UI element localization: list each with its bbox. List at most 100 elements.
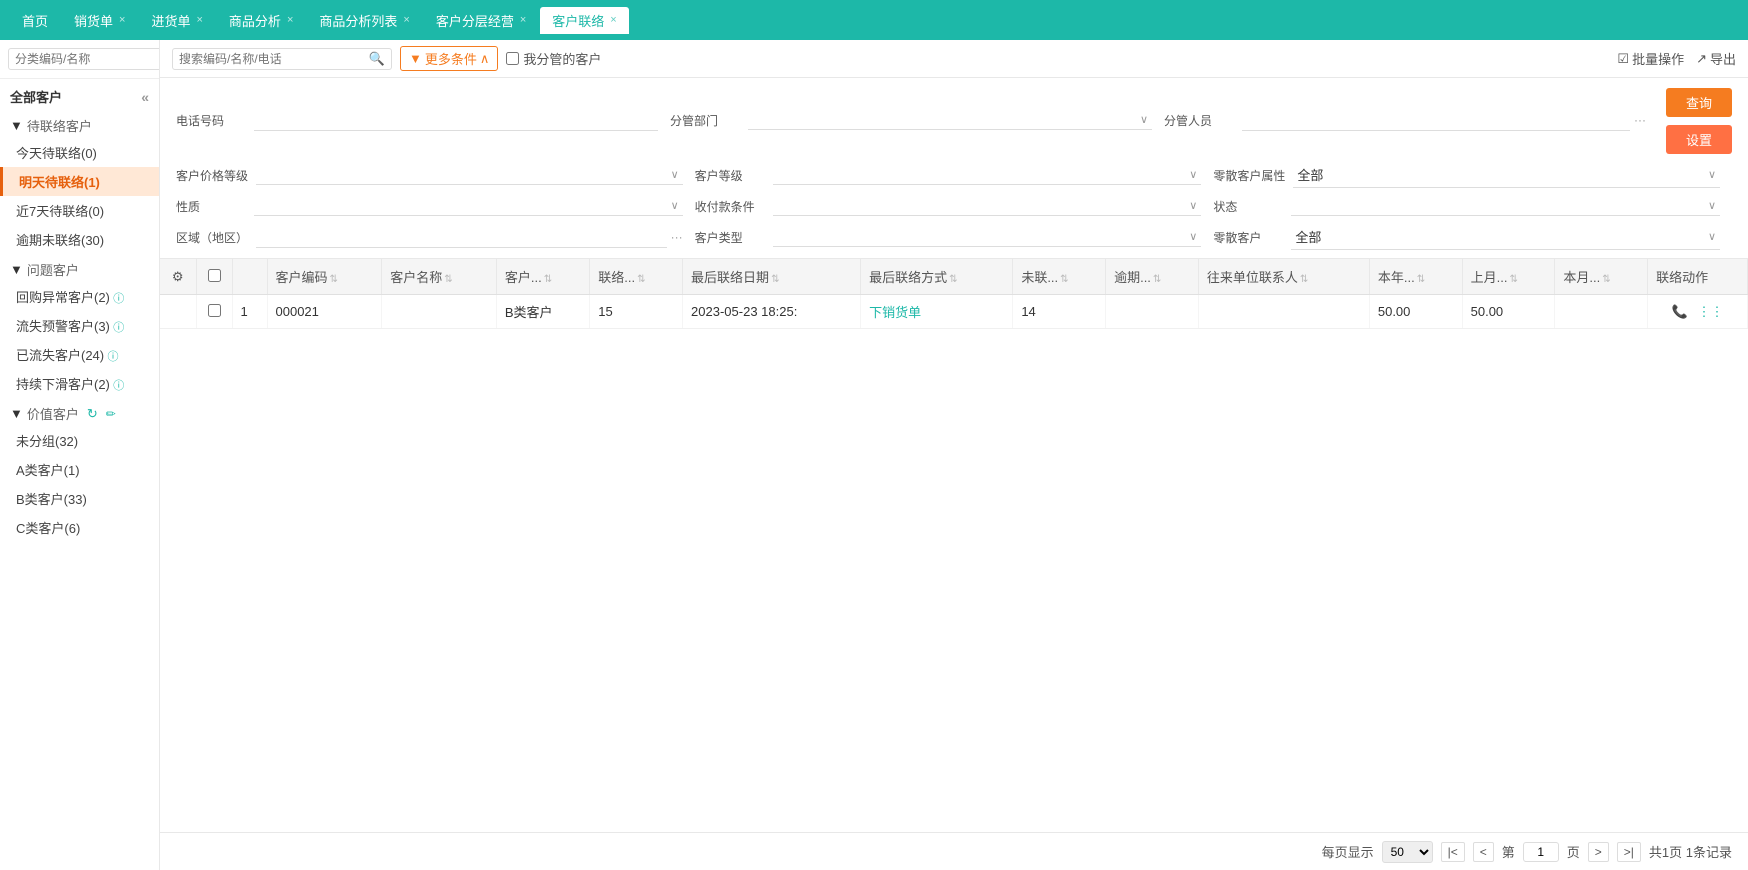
table-unit-contact-header[interactable]: 往来单位联系人⇅ bbox=[1198, 259, 1369, 295]
person-dots-icon[interactable]: ··· bbox=[1634, 113, 1646, 127]
more-action-icon[interactable]: ⋮⋮ bbox=[1697, 304, 1723, 319]
phone-input[interactable] bbox=[254, 110, 658, 131]
table-name-header[interactable]: 客户名称⇅ bbox=[382, 259, 497, 295]
close-icon[interactable]: × bbox=[287, 14, 293, 26]
sidebar-item-b-class[interactable]: B类客户(33) bbox=[0, 484, 159, 513]
nature-select[interactable]: ∨ bbox=[254, 196, 683, 216]
nav-purchase[interactable]: 进货单 × bbox=[139, 7, 214, 34]
filter-phone: 电话号码 bbox=[176, 110, 670, 131]
query-button[interactable]: 查询 bbox=[1666, 88, 1732, 117]
prev-page-button[interactable]: < bbox=[1473, 842, 1494, 862]
sort-icon: ⇅ bbox=[771, 274, 779, 285]
select-all-checkbox[interactable] bbox=[208, 269, 221, 282]
last-page-button[interactable]: >| bbox=[1617, 842, 1641, 862]
chevron-down-icon: ∨ bbox=[1189, 199, 1197, 212]
refresh-icon[interactable]: ↻ bbox=[87, 406, 98, 422]
chevron-down-icon: ∨ bbox=[1140, 113, 1148, 126]
settings-button[interactable]: 设置 bbox=[1666, 125, 1732, 154]
close-icon[interactable]: × bbox=[520, 14, 526, 26]
sidebar-search-input[interactable] bbox=[8, 48, 160, 70]
filter-payment: 收付款条件 ∨ bbox=[695, 196, 1214, 216]
filter-customer-type: 客户类型 ∨ bbox=[695, 227, 1214, 247]
first-page-button[interactable]: |< bbox=[1441, 842, 1465, 862]
sidebar-collapse-icon[interactable]: « bbox=[141, 89, 149, 105]
customer-type-select[interactable]: ∨ bbox=[773, 227, 1202, 247]
table-gear-header[interactable]: ⚙ bbox=[160, 259, 196, 295]
export-icon: ↗ bbox=[1696, 51, 1707, 67]
section-title-value: ▼ 价值客户 ↻ ✏ bbox=[0, 398, 159, 426]
dept-select[interactable]: ∨ bbox=[748, 110, 1152, 130]
sidebar-item-today[interactable]: 今天待联络(0) bbox=[0, 138, 159, 167]
sidebar-item-lost[interactable]: 已流失客户(24) ⓘ bbox=[0, 340, 159, 369]
sidebar-item-a-class[interactable]: A类客户(1) bbox=[0, 455, 159, 484]
chevron-down-icon: ∨ bbox=[1708, 230, 1716, 243]
retail-customer-select[interactable]: 全部 ∨ bbox=[1291, 224, 1720, 250]
retail-attr-select[interactable]: 全部 ∨ bbox=[1293, 162, 1720, 188]
sidebar-all-customers[interactable]: 全部客户 « bbox=[0, 79, 159, 110]
close-icon[interactable]: × bbox=[610, 14, 616, 26]
sidebar-item-overdue[interactable]: 逾期未联络(30) bbox=[0, 225, 159, 254]
sidebar-item-declining[interactable]: 持续下滑客户(2) ⓘ bbox=[0, 369, 159, 398]
phone-icon[interactable]: 📞 bbox=[1672, 304, 1688, 319]
filter-nature: 性质 ∨ bbox=[176, 196, 695, 216]
table-overdue-header[interactable]: 逾期...⇅ bbox=[1106, 259, 1199, 295]
nav-customer-contact[interactable]: 客户联络 × bbox=[540, 7, 628, 34]
table-contact-header[interactable]: 联络...⇅ bbox=[590, 259, 683, 295]
table-code-header[interactable]: 客户编码⇅ bbox=[267, 259, 382, 295]
row-last-method[interactable]: 下销货单 bbox=[861, 295, 1013, 329]
search-icon[interactable]: 🔍 bbox=[369, 51, 385, 67]
nav-product-analysis[interactable]: 商品分析 × bbox=[217, 7, 305, 34]
search-input[interactable] bbox=[179, 52, 365, 66]
person-input[interactable] bbox=[1242, 110, 1630, 131]
chevron-down-icon: ∨ bbox=[671, 168, 679, 181]
sidebar-item-repurchase-abnormal[interactable]: 回购异常客户(2) ⓘ bbox=[0, 282, 159, 311]
export-button[interactable]: ↗ 导出 bbox=[1696, 49, 1736, 68]
nav-home[interactable]: 首页 bbox=[10, 7, 60, 34]
price-level-select[interactable]: ∨ bbox=[256, 165, 683, 185]
table-this-year-header[interactable]: 本年...⇅ bbox=[1369, 259, 1462, 295]
nav-product-analysis-list[interactable]: 商品分析列表 × bbox=[307, 7, 421, 34]
table-type-header[interactable]: 客户...⇅ bbox=[496, 259, 589, 295]
my-customers-check[interactable] bbox=[506, 52, 519, 65]
filter-person: 分管人员 ··· bbox=[1164, 110, 1658, 131]
sidebar-item-c-class[interactable]: C类客户(6) bbox=[0, 513, 159, 542]
table-this-month-header[interactable]: 本月...⇅ bbox=[1555, 259, 1648, 295]
region-input[interactable] bbox=[256, 227, 667, 248]
customer-level-select[interactable]: ∨ bbox=[773, 165, 1202, 185]
row-action[interactable]: 📞 ⋮⋮ bbox=[1648, 295, 1748, 329]
payment-select[interactable]: ∨ bbox=[773, 196, 1202, 216]
more-filter-button[interactable]: ▼ 更多条件 ∧ bbox=[400, 46, 498, 71]
edit-icon[interactable]: ✏ bbox=[106, 407, 116, 421]
sidebar-item-7days[interactable]: 近7天待联络(0) bbox=[0, 196, 159, 225]
close-icon[interactable]: × bbox=[196, 14, 202, 26]
nav-sales[interactable]: 销货单 × bbox=[62, 7, 137, 34]
table-check-header[interactable] bbox=[196, 259, 232, 295]
page-number-input[interactable] bbox=[1523, 842, 1559, 862]
row-check[interactable] bbox=[196, 295, 232, 329]
batch-button[interactable]: ☑ 批量操作 bbox=[1617, 49, 1684, 68]
filter-row-1: 电话号码 分管部门 ∨ 分管人员 ··· 查询 设置 bbox=[176, 86, 1732, 154]
row-checkbox[interactable] bbox=[208, 304, 221, 317]
sidebar-item-tomorrow[interactable]: 明天待联络(1) bbox=[0, 167, 159, 196]
sidebar-item-ungrouped[interactable]: 未分组(32) bbox=[0, 426, 159, 455]
chevron-down-icon: ∨ bbox=[671, 199, 679, 212]
per-page-select[interactable]: 50 100 200 bbox=[1382, 841, 1433, 863]
my-customers-checkbox[interactable]: 我分管的客户 bbox=[506, 49, 601, 68]
sort-icon: ⇅ bbox=[1300, 274, 1308, 285]
close-icon[interactable]: × bbox=[119, 14, 125, 26]
table-last-month-header[interactable]: 上月...⇅ bbox=[1462, 259, 1555, 295]
nav-customer-tier[interactable]: 客户分层经营 × bbox=[424, 7, 538, 34]
table-last-date-header[interactable]: 最后联络日期⇅ bbox=[683, 259, 861, 295]
row-last-month: 50.00 bbox=[1462, 295, 1555, 329]
status-select[interactable]: ∨ bbox=[1291, 196, 1720, 216]
close-icon[interactable]: × bbox=[403, 14, 409, 26]
chevron-down-icon: ∨ bbox=[1708, 199, 1716, 212]
next-page-button[interactable]: > bbox=[1588, 842, 1609, 862]
region-dots-icon[interactable]: ··· bbox=[671, 230, 683, 244]
table-last-method-header[interactable]: 最后联络方式⇅ bbox=[861, 259, 1013, 295]
sidebar-item-lost-warning[interactable]: 流失预警客户(3) ⓘ bbox=[0, 311, 159, 340]
table-uncontacted-header[interactable]: 未联...⇅ bbox=[1013, 259, 1106, 295]
sort-icon: ⇅ bbox=[1417, 274, 1425, 285]
sort-icon: ⇅ bbox=[1153, 274, 1161, 285]
row-name bbox=[382, 295, 497, 329]
